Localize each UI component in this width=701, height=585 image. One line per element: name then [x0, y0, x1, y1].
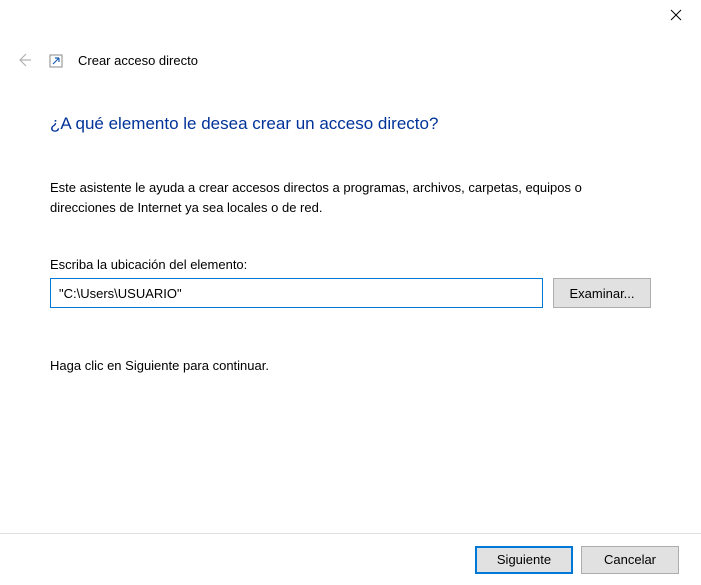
wizard-header: Crear acceso directo — [0, 32, 701, 70]
back-arrow-icon — [15, 51, 33, 69]
titlebar — [0, 0, 701, 32]
location-input[interactable] — [50, 278, 543, 308]
close-button[interactable] — [669, 8, 683, 22]
location-row: Examinar... — [50, 278, 651, 308]
page-heading: ¿A qué elemento le desea crear un acceso… — [50, 114, 651, 134]
back-button[interactable] — [14, 50, 34, 70]
wizard-footer: Siguiente Cancelar — [0, 533, 701, 585]
browse-button[interactable]: Examinar... — [553, 278, 651, 308]
location-label: Escriba la ubicación del elemento: — [50, 257, 651, 272]
page-description: Este asistente le ayuda a crear accesos … — [50, 178, 651, 217]
cancel-button[interactable]: Cancelar — [581, 546, 679, 574]
wizard-content: ¿A qué elemento le desea crear un acceso… — [0, 70, 701, 373]
shortcut-icon — [48, 53, 64, 69]
close-icon — [670, 9, 682, 21]
wizard-title: Crear acceso directo — [78, 53, 198, 68]
next-button[interactable]: Siguiente — [475, 546, 573, 574]
continue-instruction: Haga clic en Siguiente para continuar. — [50, 358, 651, 373]
